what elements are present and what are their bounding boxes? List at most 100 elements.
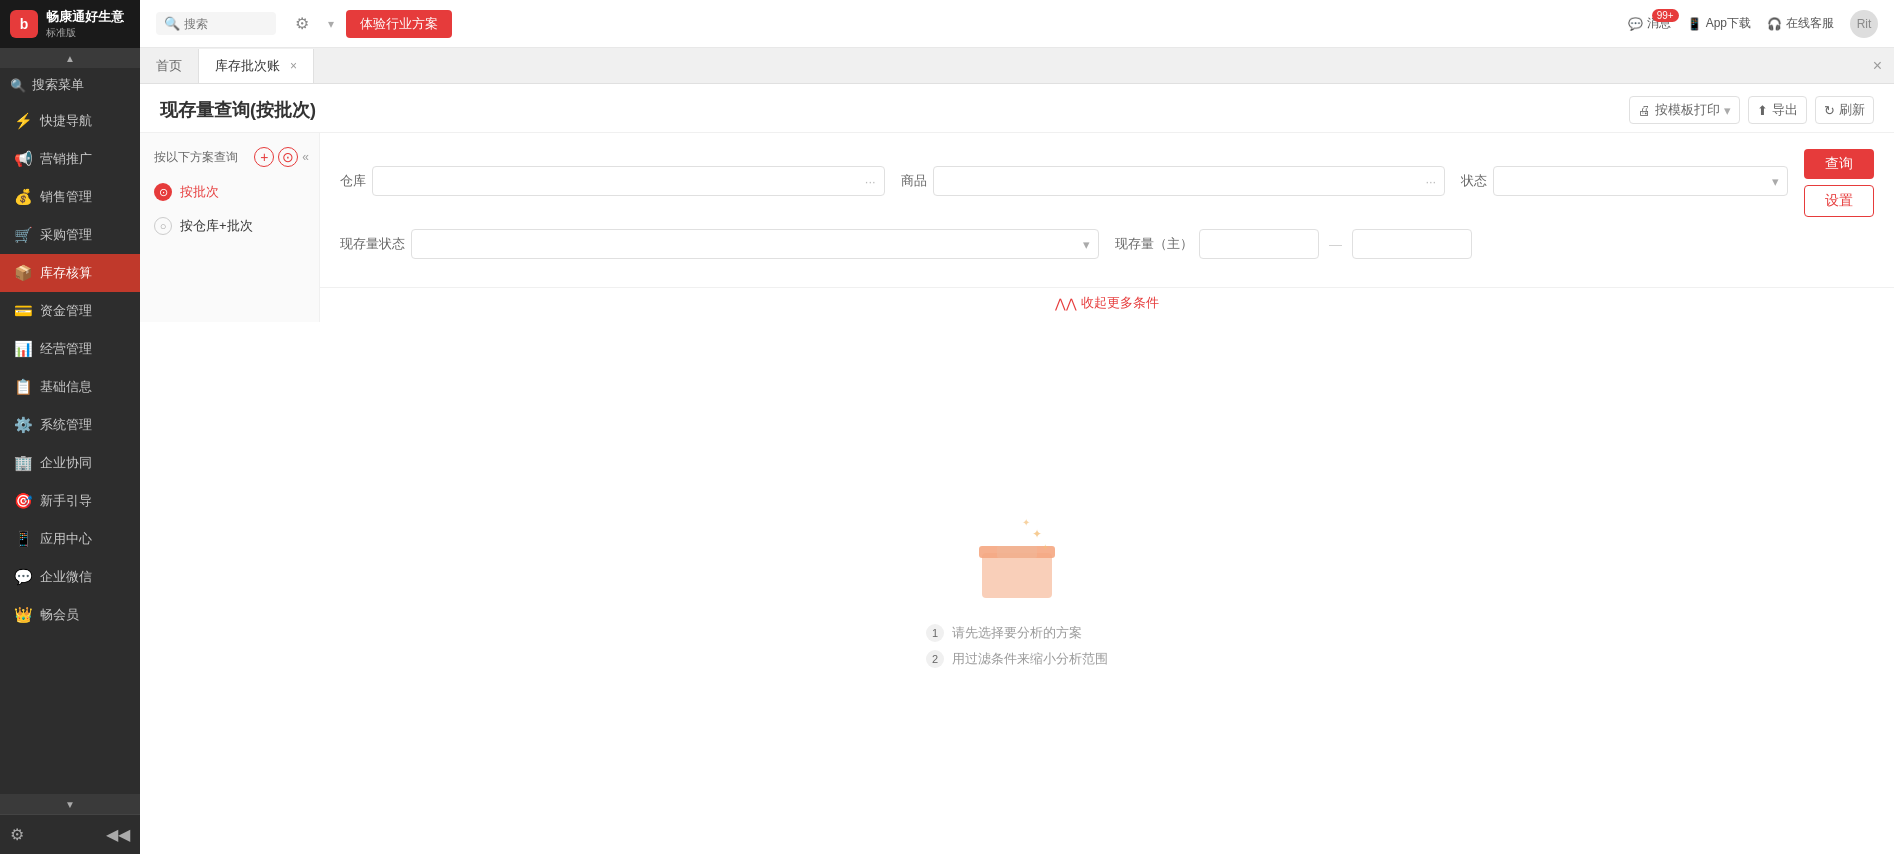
scheme-header-label: 按以下方案查询 [154,149,238,166]
tab-home[interactable]: 首页 [140,49,199,83]
scheme-header-actions: + ⊙ « [254,147,309,167]
settings-footer-icon[interactable]: ⚙ [10,825,24,844]
status-select-arrow: ▾ [1772,174,1779,189]
sales-icon: 💰 [14,188,32,206]
empty-state: ✦ ✦ ✦ 1 请先选择要分析的方案 2 用过滤条件来缩小分析范围 [140,322,1894,854]
tab-batch-close[interactable]: × [290,59,297,73]
page-title: 现存量查询(按批次) [160,98,316,122]
status-select[interactable]: ▾ [1493,166,1788,196]
sidebar-item-enterprise[interactable]: 🏢 企业协同 [0,444,140,482]
marketing-icon: 📢 [14,150,32,168]
sidebar-item-label: 库存核算 [40,264,92,282]
new-guide-icon: 🎯 [14,492,32,510]
app-download-btn[interactable]: 📱 App下载 [1687,15,1751,32]
sidebar-item-finance[interactable]: 💳 资金管理 [0,292,140,330]
sidebar-item-label: 畅会员 [40,606,79,624]
inventory-status-arrow: ▾ [1083,237,1090,252]
collapse-conditions-btn[interactable]: ⋀⋀ 收起更多条件 [320,287,1894,322]
topbar-search-input[interactable] [184,17,264,31]
inventory-qty-min[interactable] [1199,229,1319,259]
sidebar-item-operations[interactable]: 📊 经营管理 [0,330,140,368]
scheme-add-btn[interactable]: + [254,147,274,167]
sidebar-item-system[interactable]: ⚙️ 系统管理 [0,406,140,444]
collapse-sidebar-icon[interactable]: ◀◀ [106,825,130,844]
set-btn[interactable]: 设置 [1804,185,1874,217]
user-avatar[interactable]: Rit [1850,10,1878,38]
scheme-item-by-batch[interactable]: ⊙ 按批次 [140,175,319,209]
sidebar-item-member[interactable]: 👑 畅会员 [0,596,140,634]
empty-svg: ✦ ✦ ✦ [967,508,1067,608]
messages-btn[interactable]: 💬 消息 99+ [1628,15,1671,32]
sidebar-footer: ⚙ ◀◀ [0,814,140,854]
query-btn[interactable]: 查询 [1804,149,1874,179]
scheme-item-label-1: 按仓库+批次 [180,217,253,235]
refresh-icon: ↻ [1824,103,1835,118]
topbar: 🔍 ⚙ ▾ 体验行业方案 💬 消息 99+ 📱 App下载 🎧 在线客服 Rit [140,0,1894,48]
operations-icon: 📊 [14,340,32,358]
export-btn[interactable]: ⬆ 导出 [1748,96,1807,124]
warehouse-input[interactable]: ··· [372,166,885,196]
finance-icon: 💳 [14,302,32,320]
sidebar-item-label: 销售管理 [40,188,92,206]
scheme-settings-btn[interactable]: ⊙ [278,147,298,167]
sidebar: b 畅康通好生意 标准版 ▲ 🔍 搜索菜单 ⚡ 快捷导航 📢 营销推广 💰 销售… [0,0,140,854]
experience-btn[interactable]: 体验行业方案 [346,10,452,38]
sidebar-item-marketing[interactable]: 📢 营销推广 [0,140,140,178]
svg-text:✦: ✦ [1042,543,1049,552]
empty-illustration: ✦ ✦ ✦ [967,508,1067,608]
svg-text:✦: ✦ [1022,517,1030,528]
sidebar-item-quick-nav[interactable]: ⚡ 快捷导航 [0,102,140,140]
empty-step-1: 1 请先选择要分析的方案 [926,624,1108,642]
app-logo: b [10,10,38,38]
enterprise-wechat-icon: 💬 [14,568,32,586]
sidebar-item-label: 系统管理 [40,416,92,434]
print-icon: 🖨 [1638,103,1651,118]
status-label: 状态 [1461,172,1487,190]
print-btn[interactable]: 🖨 按模板打印 ▾ [1629,96,1740,124]
sidebar-item-enterprise-wechat[interactable]: 💬 企业微信 [0,558,140,596]
scheme-item-by-warehouse-batch[interactable]: ○ 按仓库+批次 [140,209,319,243]
inventory-status-select[interactable]: ▾ [411,229,1099,259]
sidebar-item-purchase[interactable]: 🛒 采购管理 [0,216,140,254]
product-dots: ··· [1425,174,1436,189]
sidebar-item-sales[interactable]: 💰 销售管理 [0,178,140,216]
sidebar-item-new-guide[interactable]: 🎯 新手引导 [0,482,140,520]
sidebar-scroll-down[interactable]: ▼ [0,794,140,814]
scheme-item-icon-gray: ○ [154,217,172,235]
scheme-collapse-btn[interactable]: « [302,150,309,164]
tab-home-label: 首页 [156,57,182,75]
search-icon: 🔍 [10,78,26,93]
topbar-dropdown-icon[interactable]: ▾ [328,17,334,31]
filter-form-area: 仓库 ··· 商品 ··· 状态 [320,133,1894,322]
scheme-header: 按以下方案查询 + ⊙ « [140,143,319,175]
topbar-search-box[interactable]: 🔍 [156,12,276,35]
tabs-close-all-btn[interactable]: × [1861,57,1894,75]
filter-row-2: 现存量状态 ▾ 现存量（主） — [340,229,1874,259]
sidebar-item-inventory[interactable]: 📦 库存核算 [0,254,140,292]
page-actions: 🖨 按模板打印 ▾ ⬆ 导出 ↻ 刷新 [1629,96,1874,124]
scheme-panel: 按以下方案查询 + ⊙ « ⊙ 按批次 ○ 按仓库+批次 [140,133,320,322]
basic-info-icon: 📋 [14,378,32,396]
empty-steps: 1 请先选择要分析的方案 2 用过滤条件来缩小分析范围 [926,624,1108,668]
main-area: 🔍 ⚙ ▾ 体验行业方案 💬 消息 99+ 📱 App下载 🎧 在线客服 Rit [140,0,1894,854]
tab-batch[interactable]: 库存批次账 × [199,49,314,83]
online-service-btn[interactable]: 🎧 在线客服 [1767,15,1834,32]
sidebar-search[interactable]: 🔍 搜索菜单 [0,68,140,102]
collapse-up-icon: ⋀⋀ [1055,296,1077,311]
svg-rect-0 [982,553,1052,598]
sidebar-item-label: 应用中心 [40,530,92,548]
sidebar-item-basic-info[interactable]: 📋 基础信息 [0,368,140,406]
warehouse-label: 仓库 [340,172,366,190]
sidebar-item-label: 企业协同 [40,454,92,472]
inventory-qty-max[interactable] [1352,229,1472,259]
print-dropdown-icon: ▾ [1724,103,1731,118]
product-input[interactable]: ··· [933,166,1446,196]
sidebar-item-label: 快捷导航 [40,112,92,130]
sidebar-item-app-center[interactable]: 📱 应用中心 [0,520,140,558]
scheme-item-icon-red: ⊙ [154,183,172,201]
refresh-btn[interactable]: ↻ 刷新 [1815,96,1874,124]
page-header: 现存量查询(按批次) 🖨 按模板打印 ▾ ⬆ 导出 ↻ 刷新 [140,84,1894,133]
sidebar-scroll-up[interactable]: ▲ [0,48,140,68]
inventory-status-label: 现存量状态 [340,235,405,253]
topbar-settings-btn[interactable]: ⚙ [288,10,316,38]
